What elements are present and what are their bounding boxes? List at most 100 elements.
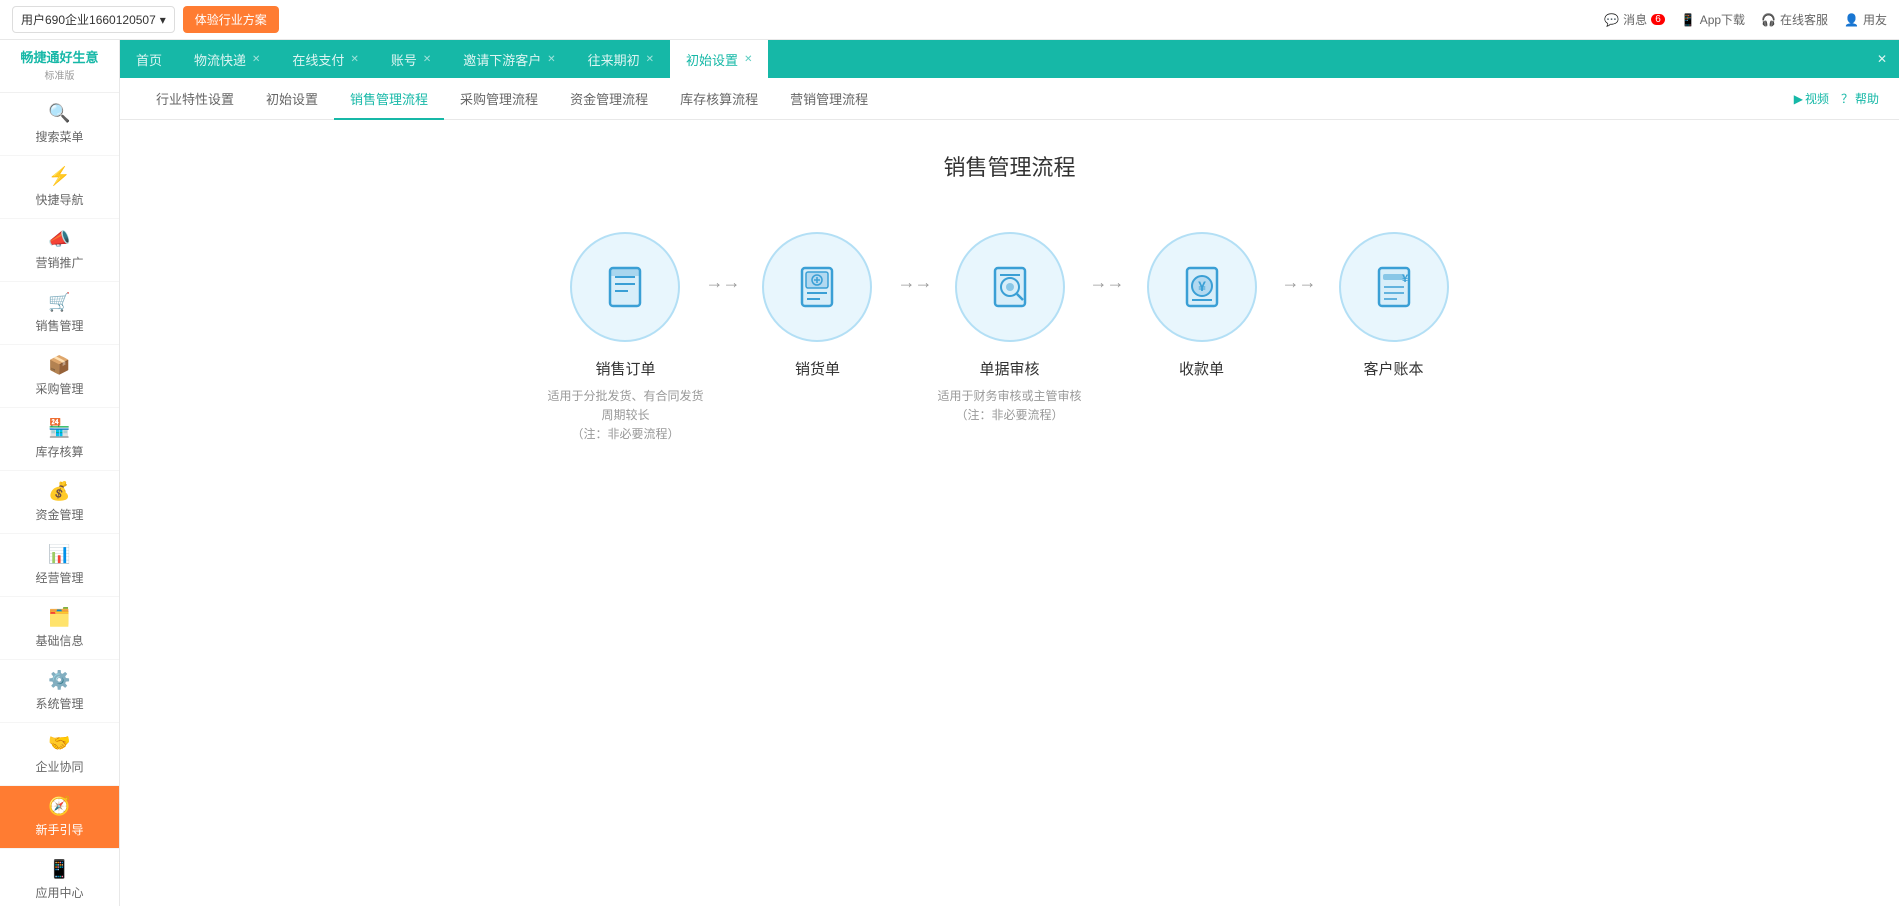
headset-icon: 🎧	[1761, 13, 1776, 27]
sub-tab-label-sales-flow: 销售管理流程	[350, 89, 428, 108]
sidebar-label-search: 搜索菜单	[35, 128, 83, 145]
sidebar-item-system-mgmt[interactable]: ⚙️系统管理	[0, 660, 119, 723]
flow-step-customer-account: ¥ 客户账本	[1314, 232, 1474, 387]
sidebar-item-operations-mgmt[interactable]: 📊经营管理	[0, 534, 119, 597]
sub-tab-finance-flow[interactable]: 资金管理流程	[554, 78, 664, 120]
sidebar-label-enterprise-collab: 企业协同	[35, 758, 83, 775]
sub-tab-label-inventory-flow: 库存核算流程	[680, 89, 758, 108]
sidebar: 畅捷通好生意 标准版 🔍搜索菜单⚡快捷导航📣营销推广🛒销售管理📦采购管理🏪库存核…	[0, 40, 120, 906]
sidebar-item-purchase-mgmt[interactable]: 📦 采购管理	[0, 345, 119, 408]
nav-tab-close-past-period[interactable]: ✕	[646, 54, 654, 65]
sidebar-label-new-guide: 新手引导	[35, 821, 83, 838]
svg-text:¥: ¥	[1198, 278, 1206, 294]
page-content: 销售管理流程 销售订单适用于分批发货、有合同发货周期较长（注：非必要流程）→ →…	[120, 120, 1899, 475]
logo-main-text: 畅捷通好生意	[10, 50, 109, 67]
dropdown-icon: ▾	[160, 13, 166, 27]
flow-arrow-0: → →	[705, 232, 737, 293]
nav-tab-logistics[interactable]: 物流快递 ✕	[178, 40, 276, 78]
nav-tab-initial-setup[interactable]: 初始设置 ✕	[670, 40, 768, 78]
nav-tab-close-invite-downstream[interactable]: ✕	[547, 54, 555, 65]
nav-tab-label-account: 账号	[391, 50, 417, 69]
sidebar-item-enterprise-collab[interactable]: 🤝 企业协同	[0, 723, 119, 786]
flow-arrow-3: → →	[1282, 232, 1314, 293]
flow-step-name-sales-order: 销售订单	[595, 358, 655, 379]
flow-circle-sales-order	[570, 232, 680, 342]
sub-tab-industry-settings[interactable]: 行业特性设置	[140, 78, 250, 120]
nav-tab-invite-downstream[interactable]: 邀请下游客户✕	[447, 40, 571, 78]
nav-tab-close-account[interactable]: ✕	[423, 54, 431, 65]
experience-btn[interactable]: 体验行业方案	[183, 6, 279, 33]
flow-step-receipt: ¥ 收款单	[1122, 232, 1282, 387]
sub-tab-initial-setup[interactable]: 初始设置	[250, 78, 334, 120]
user-selector[interactable]: 用户690企业1660120507 ▾	[12, 6, 175, 33]
flow-step-name-doc-review: 单据审核	[979, 358, 1039, 379]
app-download-label: App下载	[1700, 11, 1745, 28]
sidebar-item-finance-mgmt[interactable]: 💰资金管理	[0, 471, 119, 534]
sidebar-item-new-guide[interactable]: 🧭 新手引导	[0, 786, 119, 849]
user-avatar-item[interactable]: 👤 用友	[1844, 11, 1887, 28]
play-icon: ▶	[1794, 92, 1803, 106]
sub-tab-inventory-flow[interactable]: 库存核算流程	[664, 78, 774, 120]
sub-tab-actions: ▶ 视频 ？ 帮助	[1794, 90, 1879, 107]
flow-step-doc-review: 单据审核适用于财务审核或主管审核（注：非必要流程）	[930, 232, 1090, 425]
sub-tab-purchase-flow[interactable]: 采购管理流程	[444, 78, 554, 120]
top-bar: 用户690企业1660120507 ▾ 体验行业方案 💬 消息 6 📱 App下…	[0, 0, 1899, 40]
phone-icon: 📱	[1681, 13, 1696, 27]
sidebar-item-marketing-promo[interactable]: 📣营销推广	[0, 219, 119, 282]
nav-tab-label-initial-setup: 初始设置	[686, 50, 738, 69]
sidebar-icon-basic-info: 🗂️	[48, 607, 70, 628]
message-label: 消息	[1623, 11, 1647, 28]
flow-step-desc-sales-order: 适用于分批发货、有合同发货周期较长（注：非必要流程）	[545, 387, 705, 445]
nav-tab-account[interactable]: 账号 ✕	[375, 40, 447, 78]
nav-tab-label-home: 首页	[136, 50, 162, 69]
nav-tab-home[interactable]: 首页	[120, 40, 178, 78]
sidebar-item-sales-mgmt[interactable]: 🛒销售管理	[0, 282, 119, 345]
sub-tabs: 行业特性设置初始设置销售管理流程采购管理流程资金管理流程库存核算流程营销管理流程…	[120, 78, 1899, 120]
content-area: 行业特性设置初始设置销售管理流程采购管理流程资金管理流程库存核算流程营销管理流程…	[120, 78, 1899, 906]
nav-tab-online-pay[interactable]: 在线支付✕	[276, 40, 374, 78]
sidebar-label-quick-nav: 快捷导航	[35, 191, 83, 208]
sidebar-icon-operations-mgmt: 📊	[48, 544, 70, 565]
video-action[interactable]: ▶ 视频	[1794, 90, 1829, 107]
flow-step-name-customer-account: 客户账本	[1364, 358, 1424, 379]
help-label: 帮助	[1855, 90, 1879, 107]
app-download-item[interactable]: 📱 App下载	[1681, 11, 1745, 28]
sidebar-icon-new-guide: 🧭	[48, 796, 70, 817]
sidebar-label-inventory: 库存核算	[35, 443, 83, 460]
flow-arrow-2: → →	[1090, 232, 1122, 293]
online-service-item[interactable]: 🎧 在线客服	[1761, 11, 1828, 28]
flow-circle-doc-review	[955, 232, 1065, 342]
flow-arrow-1: → →	[897, 232, 929, 293]
sidebar-label-basic-info: 基础信息	[35, 632, 83, 649]
nav-tab-close-online-pay[interactable]: ✕	[350, 54, 358, 65]
message-badge: 6	[1651, 14, 1665, 25]
sidebar-label-system-mgmt: 系统管理	[35, 695, 83, 712]
sidebar-icon-marketing-promo: 📣	[48, 229, 70, 250]
flow-step-desc-doc-review: 适用于财务审核或主管审核（注：非必要流程）	[937, 387, 1081, 425]
sidebar-icon-purchase-mgmt: 📦	[48, 355, 70, 376]
sub-tab-marketing-flow[interactable]: 营销管理流程	[774, 78, 884, 120]
flow-step-name-receipt: 收款单	[1179, 358, 1224, 379]
nav-tab-past-period[interactable]: 往来期初✕	[572, 40, 670, 78]
help-action[interactable]: ？ 帮助	[1841, 90, 1879, 107]
nav-tabs: 首页物流快递✕在线支付✕账号✕邀请下游客户✕往来期初✕初始设置✕✕	[120, 40, 1899, 78]
right-panel: 首页物流快递✕在线支付✕账号✕邀请下游客户✕往来期初✕初始设置✕✕ 行业特性设置…	[120, 40, 1899, 906]
sidebar-item-quick-nav[interactable]: ⚡快捷导航	[0, 156, 119, 219]
message-item[interactable]: 💬 消息 6	[1604, 11, 1665, 28]
sidebar-icon-sales-mgmt: 🛒	[48, 292, 70, 313]
sidebar-item-basic-info[interactable]: 🗂️ 基础信息	[0, 597, 119, 660]
nav-tab-close-logistics[interactable]: ✕	[252, 54, 260, 65]
nav-tab-label-logistics: 物流快递	[194, 50, 246, 69]
sidebar-item-inventory[interactable]: 🏪库存核算	[0, 408, 119, 471]
sidebar-item-app-center[interactable]: 📱应用中心	[0, 849, 119, 906]
sidebar-item-search[interactable]: 🔍 搜索菜单	[0, 93, 119, 156]
sidebar-label-purchase-mgmt: 采购管理	[35, 380, 83, 397]
close-all-tabs[interactable]: ✕	[1865, 52, 1899, 66]
sidebar-icon-enterprise-collab: 🤝	[48, 733, 70, 754]
flow-circle-receipt: ¥	[1147, 232, 1257, 342]
sub-tab-sales-flow[interactable]: 销售管理流程	[334, 78, 444, 120]
nav-tab-close-initial-setup[interactable]: ✕	[744, 54, 752, 65]
sidebar-icon-search: 🔍	[48, 103, 70, 124]
message-icon: 💬	[1604, 13, 1619, 27]
avatar-icon: 👤	[1844, 13, 1859, 27]
